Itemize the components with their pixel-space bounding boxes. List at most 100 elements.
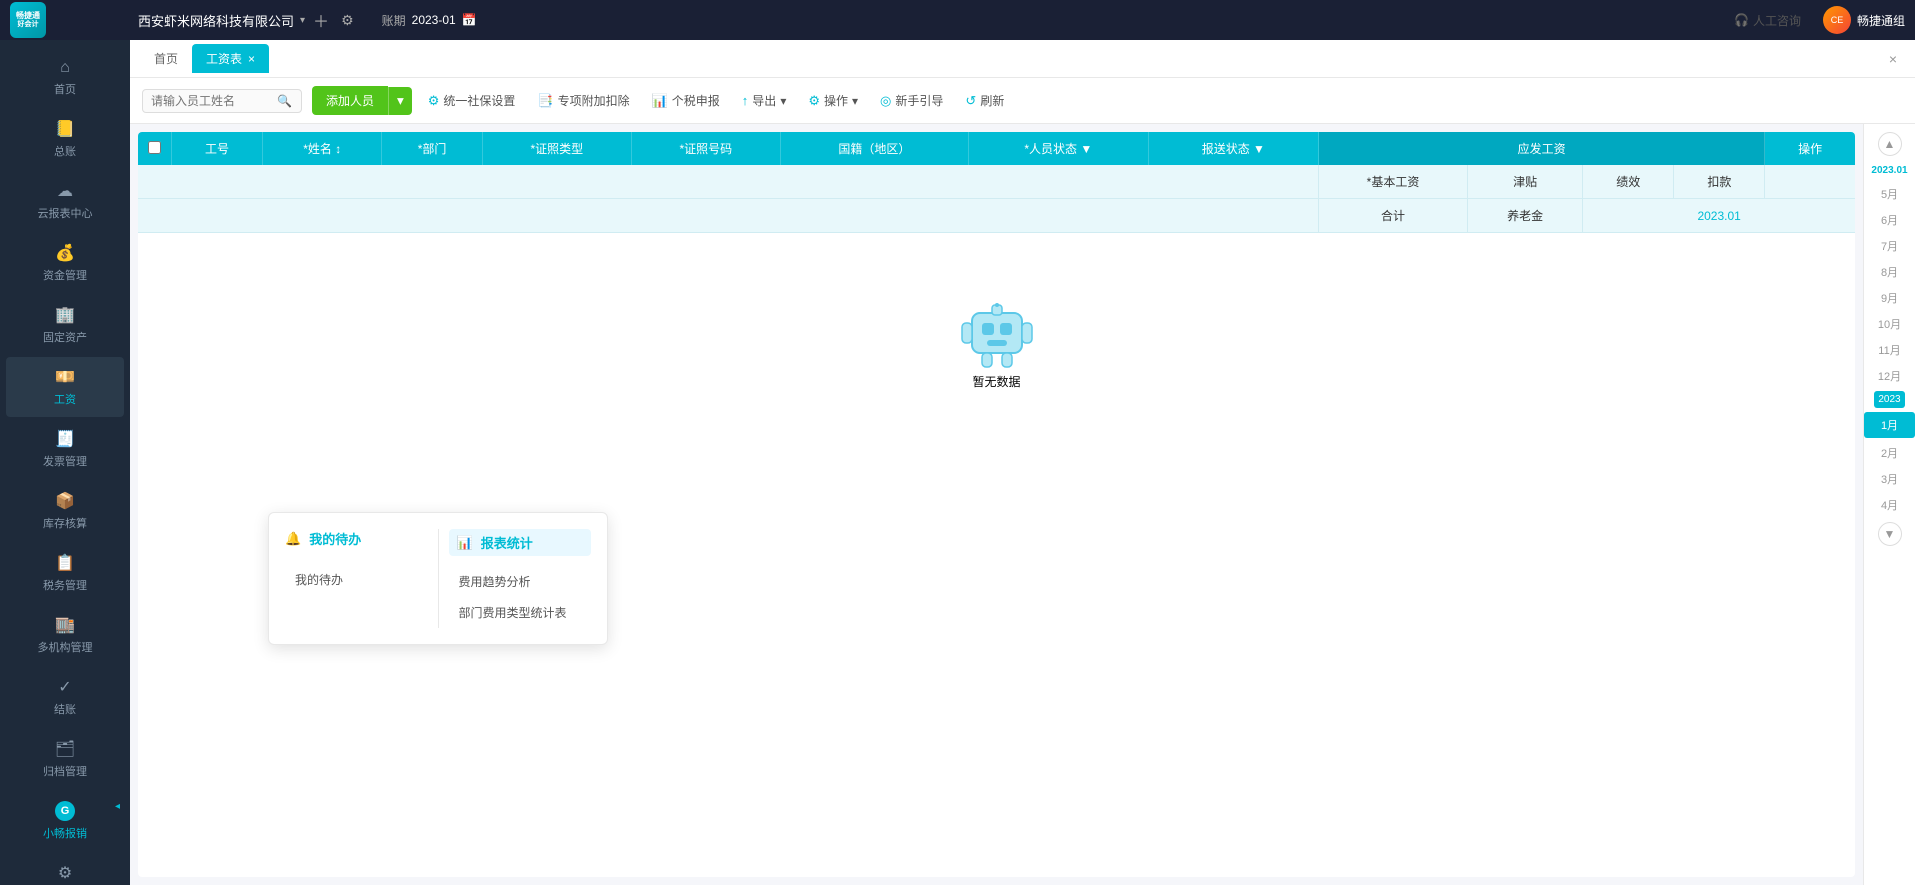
- th-payroll-group: 应发工资: [1319, 132, 1765, 165]
- refresh-btn[interactable]: ↺ 刷新: [959, 88, 1010, 113]
- expense-icon: G: [55, 801, 75, 821]
- timeline-down-btn[interactable]: ▼: [1878, 522, 1902, 546]
- sidebar-label-expense: 小畅报销: [43, 825, 87, 841]
- invoice-icon: 🧾: [55, 429, 75, 449]
- sidebar-item-fixed-asset[interactable]: 🏢 固定资产: [6, 295, 124, 355]
- timeline-10[interactable]: 10月: [1864, 311, 1915, 337]
- th-employee-no: 工号: [172, 132, 263, 165]
- sidebar-item-closing[interactable]: ✓ 结账: [6, 667, 124, 727]
- sidebar-item-salary[interactable]: 💴 工资: [6, 357, 124, 417]
- tab-home[interactable]: 首页: [140, 44, 192, 73]
- add-employee-btn[interactable]: 添加人员: [312, 86, 388, 115]
- sidebar-item-cloud-report[interactable]: ☁ 云报表中心: [6, 171, 124, 231]
- tax-report-btn[interactable]: 📊 个税申报: [646, 88, 726, 113]
- th-checkbox: [138, 132, 172, 165]
- add-employee-btn-group: 添加人员 ▾: [312, 86, 412, 115]
- timeline-jan[interactable]: 1月: [1864, 412, 1915, 438]
- th-spacer: [138, 165, 1319, 199]
- timeline-5[interactable]: 5月: [1864, 181, 1915, 207]
- sidebar-item-inventory[interactable]: 📦 库存核算: [6, 481, 124, 541]
- th-spacer2: [1765, 165, 1855, 199]
- th-performance: 绩效: [1583, 165, 1674, 199]
- sidebar-label-salary: 工资: [54, 391, 76, 407]
- popup-item-todo[interactable]: 我的待办: [285, 564, 428, 595]
- guide-btn[interactable]: ◎ 新手引导: [874, 88, 949, 113]
- timeline-12[interactable]: 12月: [1864, 363, 1915, 389]
- timeline-2023-01-header[interactable]: 2023.01: [1864, 160, 1915, 181]
- closing-icon: ✓: [58, 677, 71, 697]
- company-area[interactable]: 西安虾米网络科技有限公司 ▾: [138, 11, 305, 30]
- search-icon[interactable]: 🔍: [277, 94, 292, 108]
- popup-todo-title: 🔔 我的待办: [285, 529, 428, 554]
- company-dropdown-icon[interactable]: ▾: [300, 15, 305, 26]
- add-icon[interactable]: ＋: [313, 8, 329, 32]
- tab-salary[interactable]: 工资表 ×: [192, 44, 269, 73]
- sidebar-item-home[interactable]: ⌂ 首页: [6, 49, 124, 107]
- popup-col-report: 📊 报表统计 费用趋势分析 部门费用类型统计表: [449, 529, 592, 628]
- sidebar-item-tax[interactable]: 📋 税务管理: [6, 543, 124, 603]
- deduction-icon: 📑: [537, 93, 553, 109]
- th-pension: 养老金: [1467, 199, 1582, 233]
- th-operation: 操作: [1765, 132, 1855, 165]
- settings-gear-icon: ⚙: [58, 863, 72, 883]
- sidebar-item-archive[interactable]: 🗂 归档管理: [6, 729, 124, 789]
- popup-overlay: 🔔 我的待办 我的待办 📊 报表统计: [268, 512, 608, 645]
- th-date: 2023.01: [1583, 199, 1855, 233]
- th-id-no: *证照号码: [631, 132, 780, 165]
- timeline-3[interactable]: 3月: [1864, 466, 1915, 492]
- special-deduction-btn[interactable]: 📑 专项附加扣除: [531, 88, 635, 113]
- popup-col-todo: 🔔 我的待办 我的待办: [285, 529, 428, 628]
- timeline-up-btn[interactable]: ▲: [1878, 132, 1902, 156]
- th-send-status: 报送状态 ▼: [1148, 132, 1318, 165]
- sidebar-item-general-ledger[interactable]: 📒 总账: [6, 109, 124, 169]
- export-icon: ↑: [742, 93, 749, 108]
- report-icon: 📊: [457, 535, 473, 551]
- sidebar-label-fixed-asset: 固定资产: [43, 329, 87, 345]
- timeline-9[interactable]: 9月: [1864, 285, 1915, 311]
- sidebar-item-multi-org[interactable]: 🏬 多机构管理: [6, 605, 124, 665]
- timeline-11[interactable]: 11月: [1864, 337, 1915, 363]
- calendar-icon[interactable]: 📅: [462, 13, 477, 27]
- timeline-8[interactable]: 8月: [1864, 259, 1915, 285]
- sidebar-item-settings[interactable]: ⚙ 基础设置: [6, 853, 124, 885]
- timeline-2[interactable]: 2月: [1864, 440, 1915, 466]
- timeline-7[interactable]: 7月: [1864, 233, 1915, 259]
- popup-menu: 🔔 我的待办 我的待办 📊 报表统计: [268, 512, 608, 645]
- popup-item-dept-cost[interactable]: 部门费用类型统计表: [449, 597, 592, 628]
- user-area[interactable]: CE 畅捷通组: [1823, 6, 1905, 34]
- empty-state-cell: 暂无数据: [138, 233, 1855, 451]
- operation-dropdown-icon: ▾: [852, 94, 858, 108]
- sidebar-label-multi-org: 多机构管理: [38, 639, 93, 655]
- period-value[interactable]: 2023-01: [412, 13, 456, 27]
- popup-cols: 🔔 我的待办 我的待办 📊 报表统计: [285, 529, 591, 628]
- salary-icon: 💴: [55, 367, 75, 387]
- tab-close-icon[interactable]: ×: [248, 52, 255, 66]
- operation-btn[interactable]: ⚙ 操作 ▾: [802, 88, 864, 113]
- logo-area: 畅捷通 好会计: [10, 2, 120, 38]
- search-input[interactable]: [151, 94, 271, 108]
- timeline-4[interactable]: 4月: [1864, 492, 1915, 518]
- th-base-salary: *基本工资: [1319, 165, 1468, 199]
- sidebar-item-fund[interactable]: 💰 资金管理: [6, 233, 124, 293]
- settings-icon[interactable]: ⚙: [341, 12, 354, 29]
- timeline-6[interactable]: 6月: [1864, 207, 1915, 233]
- inventory-icon: 📦: [55, 491, 75, 511]
- th-id-type: *证照类型: [482, 132, 631, 165]
- asset-icon: 🏢: [55, 305, 75, 325]
- social-security-btn[interactable]: ⚙ 统一社保设置: [422, 88, 522, 113]
- th-total: 合计: [1319, 199, 1468, 233]
- sidebar-item-invoice[interactable]: 🧾 发票管理: [6, 419, 124, 479]
- content-area: 首页 工资表 × × 🔍 添加人员 ▾ ⚙ 统一社保设置: [130, 40, 1915, 885]
- th-spacer3: [138, 199, 1319, 233]
- content-close-btn[interactable]: ×: [1881, 47, 1905, 71]
- export-btn[interactable]: ↑ 导出 ▾: [736, 88, 793, 113]
- select-all-checkbox[interactable]: [148, 141, 161, 154]
- cloud-icon: ☁: [57, 181, 73, 201]
- sidebar-item-expense[interactable]: G 小畅报销 ◂: [6, 791, 124, 851]
- salary-table-container: 工号 *姓名 ↕ *部门 *证照类型 *证照号码 国籍（地区） *人员状态 ▼ …: [138, 132, 1855, 877]
- popup-item-cost-trend[interactable]: 费用趋势分析: [449, 566, 592, 597]
- sidebar-label-cloud-report: 云报表中心: [38, 205, 93, 221]
- tab-bar: 首页 工资表 × ×: [130, 40, 1915, 78]
- support-btn[interactable]: 🎧 人工咨询: [1728, 8, 1807, 33]
- add-employee-dropdown[interactable]: ▾: [388, 87, 412, 115]
